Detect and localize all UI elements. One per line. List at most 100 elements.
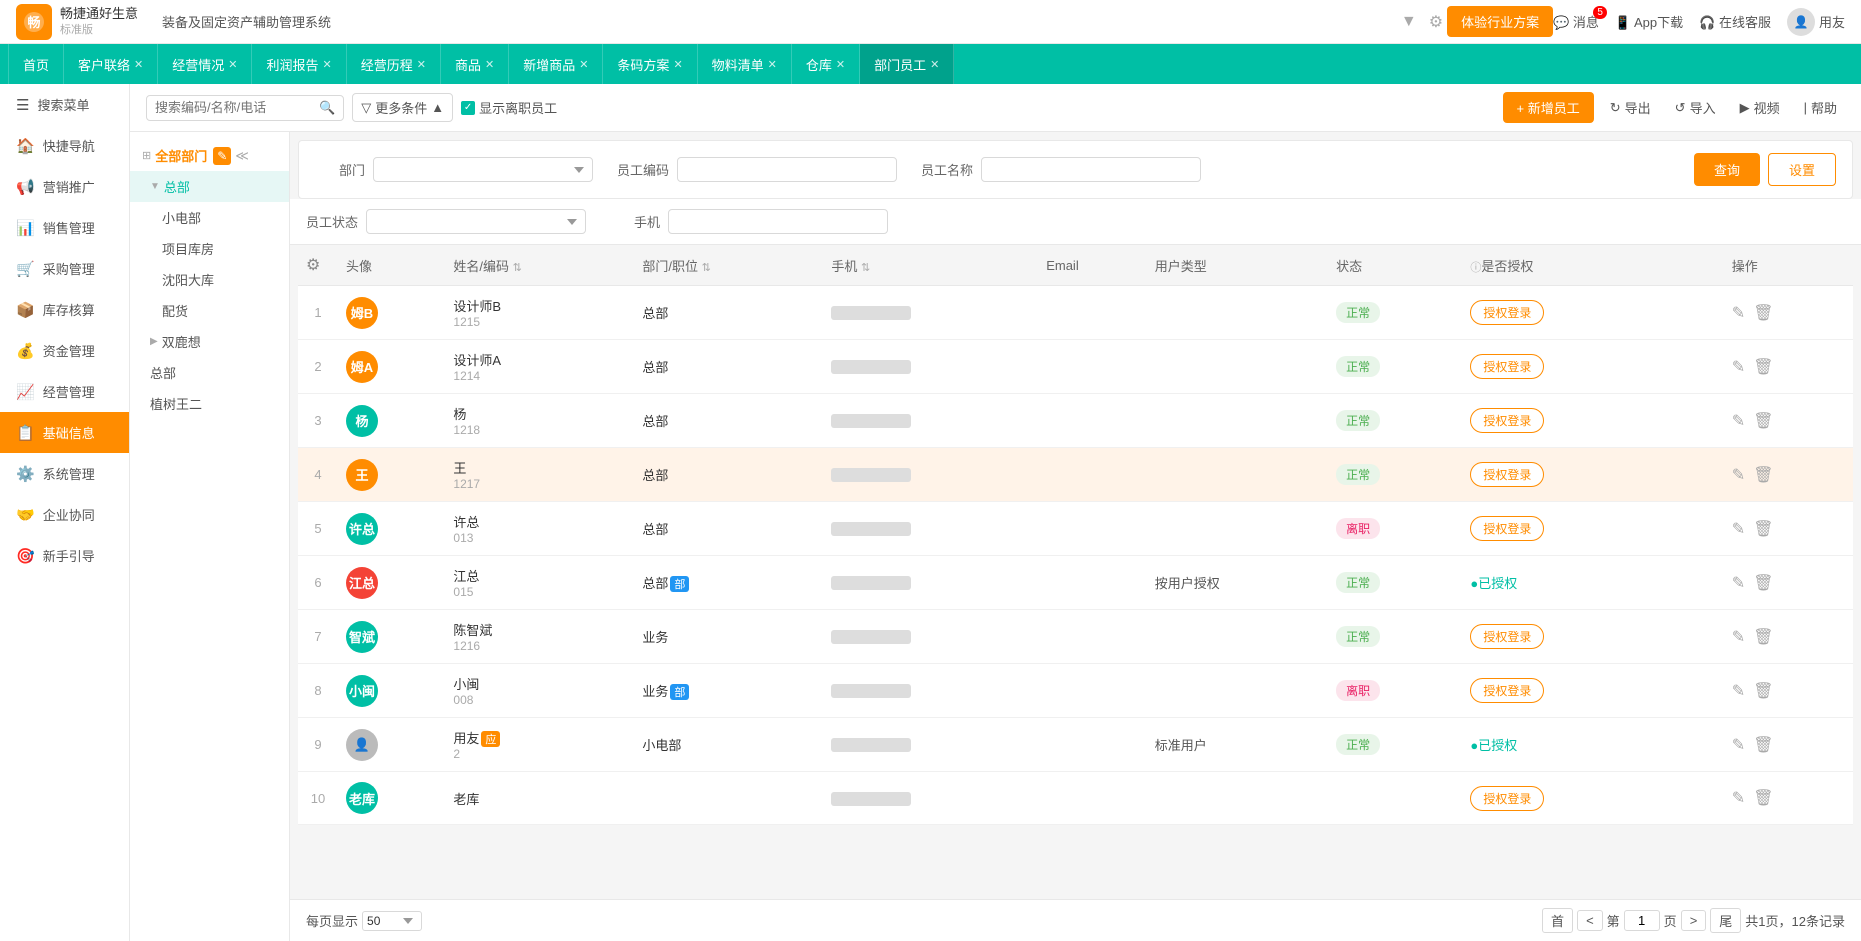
col-dept[interactable]: 部门/职位 ⇅ xyxy=(634,245,823,286)
emp-code-input[interactable] xyxy=(677,157,897,182)
col-name[interactable]: 姓名/编码 ⇅ xyxy=(445,245,634,286)
settings-gear-btn[interactable]: ⚙ xyxy=(1429,12,1443,32)
delete-btn[interactable]: 🗑 xyxy=(1753,303,1773,323)
emp-status-select[interactable] xyxy=(366,209,586,234)
delete-btn[interactable]: 🗑 xyxy=(1753,519,1773,539)
row-auth-cell[interactable]: ●已授权 xyxy=(1462,718,1663,772)
nav-item-staff[interactable]: 部门员工 ✕ xyxy=(860,44,954,84)
nav-item-goods[interactable]: 商品 ✕ xyxy=(441,44,509,84)
dept-item-shenyang[interactable]: 沈阳大库 xyxy=(130,264,289,295)
edit-btn[interactable]: ✎ xyxy=(1732,735,1745,755)
edit-btn[interactable]: ✎ xyxy=(1732,411,1745,431)
sidebar-item-purchase[interactable]: 🛒 采购管理 xyxy=(0,248,129,289)
nav-item-business[interactable]: 经营情况 ✕ xyxy=(158,44,252,84)
dept-item-shuanglu[interactable]: ▶双鹿想 xyxy=(130,326,289,357)
delete-btn[interactable]: 🗑 xyxy=(1753,735,1773,755)
page-input[interactable] xyxy=(1624,910,1660,931)
col-phone[interactable]: 手机 ⇅ xyxy=(823,245,1038,286)
dept-item-zongbu[interactable]: 总部 xyxy=(130,357,289,388)
delete-btn[interactable]: 🗑 xyxy=(1753,788,1773,808)
sidebar-item-system[interactable]: ⚙️ 系统管理 xyxy=(0,453,129,494)
auth-login-btn[interactable]: 授权登录 xyxy=(1470,516,1544,541)
page-size-select[interactable]: 50 xyxy=(362,911,422,931)
delete-btn[interactable]: 🗑 xyxy=(1753,411,1773,431)
auth-login-btn[interactable]: 授权登录 xyxy=(1470,624,1544,649)
dept-item-project-room[interactable]: 项目库房 xyxy=(130,233,289,264)
query-btn[interactable]: 查询 xyxy=(1694,153,1760,186)
emp-name-input[interactable] xyxy=(981,157,1201,182)
edit-btn[interactable]: ✎ xyxy=(1732,573,1745,593)
row-auth-cell[interactable]: 授权登录 xyxy=(1462,448,1663,502)
dropdown-btn[interactable]: ▼ xyxy=(1401,13,1417,31)
nav-item-warehouse[interactable]: 仓库 ✕ xyxy=(792,44,860,84)
phone-input[interactable] xyxy=(668,209,888,234)
edit-btn[interactable]: ✎ xyxy=(1732,519,1745,539)
online-service-btn[interactable]: 🎧 在线客服 xyxy=(1699,12,1771,31)
prev-page-btn[interactable]: < xyxy=(1577,910,1603,931)
nav-item-customer[interactable]: 客户联络 ✕ xyxy=(64,44,158,84)
search-btn[interactable]: 🔍 xyxy=(319,100,335,116)
app-download-btn[interactable]: 📱 App下载 xyxy=(1615,12,1683,31)
next-page-btn[interactable]: > xyxy=(1681,910,1707,931)
show-resigned-toggle[interactable]: ✓ 显示离职员工 xyxy=(461,98,557,117)
first-page-btn[interactable]: 首 xyxy=(1542,908,1573,933)
dept-item-zhishu[interactable]: 植树王二 xyxy=(130,388,289,419)
nav-item-bom[interactable]: 物料清单 ✕ xyxy=(698,44,792,84)
sidebar-item-sales[interactable]: 📊 销售管理 xyxy=(0,207,129,248)
auth-login-btn[interactable]: 授权登录 xyxy=(1470,786,1544,811)
message-icon[interactable]: 💬 消息 5 xyxy=(1553,12,1599,31)
sidebar-item-finance[interactable]: 💰 资金管理 xyxy=(0,330,129,371)
dept-item-general[interactable]: ▼总部 xyxy=(130,171,289,202)
nav-item-process[interactable]: 经营历程 ✕ xyxy=(347,44,441,84)
export-btn[interactable]: ↻ 导出 xyxy=(1602,94,1659,121)
auth-login-btn[interactable]: 授权登录 xyxy=(1470,462,1544,487)
trial-button[interactable]: 体验行业方案 xyxy=(1447,6,1553,37)
more-filter-btn[interactable]: ▽ 更多条件 ▲ xyxy=(352,93,453,122)
row-auth-cell[interactable]: 授权登录 xyxy=(1462,502,1663,556)
dept-edit-btn[interactable]: ✎ xyxy=(213,147,231,165)
row-auth-cell[interactable]: 授权登录 xyxy=(1462,772,1663,825)
help-btn[interactable]: | 帮助 xyxy=(1796,94,1845,121)
dept-item-delivery[interactable]: 配货 xyxy=(130,295,289,326)
delete-btn[interactable]: 🗑 xyxy=(1753,465,1773,485)
row-auth-cell[interactable]: 授权登录 xyxy=(1462,340,1663,394)
dept-collapse-btn[interactable]: ≪ xyxy=(235,148,249,164)
sidebar-item-marketing[interactable]: 📢 营销推广 xyxy=(0,166,129,207)
sidebar-item-basic-info[interactable]: 📋 基础信息 xyxy=(0,412,129,453)
search-input[interactable] xyxy=(155,100,315,115)
import-btn[interactable]: ↺ 导入 xyxy=(1667,94,1724,121)
user-avatar[interactable]: 👤 用友 xyxy=(1787,8,1845,36)
edit-btn[interactable]: ✎ xyxy=(1732,357,1745,377)
auth-login-btn[interactable]: 授权登录 xyxy=(1470,354,1544,379)
add-employee-btn[interactable]: + 新增员工 xyxy=(1503,92,1594,123)
reset-btn[interactable]: 设置 xyxy=(1768,153,1836,186)
nav-item-new-goods[interactable]: 新增商品 ✕ xyxy=(509,44,603,84)
edit-btn[interactable]: ✎ xyxy=(1732,465,1745,485)
row-auth-cell[interactable]: ●已授权 xyxy=(1462,556,1663,610)
sidebar-item-quicknav[interactable]: 🏠 快捷导航 xyxy=(0,125,129,166)
video-btn[interactable]: ▶ 视频 xyxy=(1732,94,1788,121)
sidebar-item-collab[interactable]: 🤝 企业协同 xyxy=(0,494,129,535)
row-auth-cell[interactable]: 授权登录 xyxy=(1462,610,1663,664)
edit-btn[interactable]: ✎ xyxy=(1732,303,1745,323)
delete-btn[interactable]: 🗑 xyxy=(1753,681,1773,701)
nav-item-barcode[interactable]: 条码方案 ✕ xyxy=(603,44,697,84)
dept-item-small-elec[interactable]: 小电部 xyxy=(130,202,289,233)
auth-login-btn[interactable]: 授权登录 xyxy=(1470,678,1544,703)
auth-login-btn[interactable]: 授权登录 xyxy=(1470,408,1544,433)
sidebar-item-guide[interactable]: 🎯 新手引导 xyxy=(0,535,129,576)
dept-tree-header[interactable]: ⊞ 全部部门 ✎ ≪ xyxy=(130,140,289,171)
column-settings-icon[interactable]: ⚙ xyxy=(306,257,320,274)
edit-btn[interactable]: ✎ xyxy=(1732,788,1745,808)
sidebar-item-inventory[interactable]: 📦 库存核算 xyxy=(0,289,129,330)
last-page-btn[interactable]: 尾 xyxy=(1710,908,1741,933)
edit-btn[interactable]: ✎ xyxy=(1732,627,1745,647)
delete-btn[interactable]: 🗑 xyxy=(1753,573,1773,593)
dept-filter-select[interactable] xyxy=(373,157,593,182)
sidebar-item-search[interactable]: ☰ 搜索菜单 xyxy=(0,84,129,125)
nav-item-profit[interactable]: 利润报告 ✕ xyxy=(252,44,346,84)
delete-btn[interactable]: 🗑 xyxy=(1753,627,1773,647)
sidebar-item-operation[interactable]: 📈 经营管理 xyxy=(0,371,129,412)
row-auth-cell[interactable]: 授权登录 xyxy=(1462,664,1663,718)
edit-btn[interactable]: ✎ xyxy=(1732,681,1745,701)
